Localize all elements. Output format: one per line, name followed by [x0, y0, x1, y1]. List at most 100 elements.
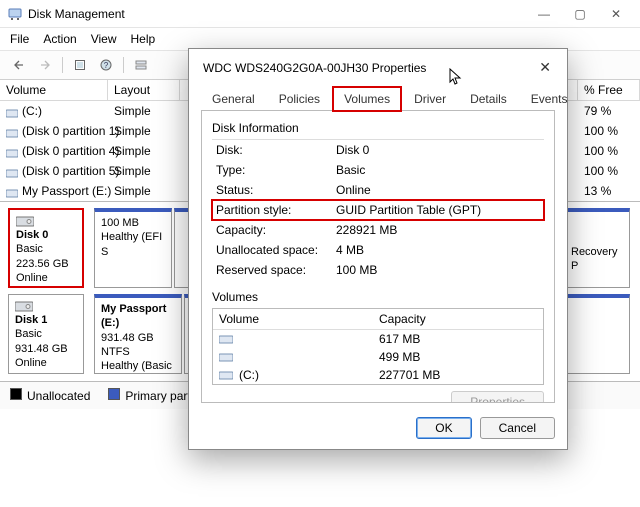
partition-status: Recovery P: [571, 245, 623, 274]
info-label: Disk:: [212, 140, 332, 161]
partition-status: Healthy (EFI S: [101, 230, 165, 259]
partition-name: My Passport (E:): [101, 303, 166, 329]
dialog-buttons: OK Cancel: [189, 413, 567, 449]
partition-status: Healthy (Basic Da: [101, 359, 175, 374]
table-row: Capacity:228921 MB: [212, 220, 544, 240]
back-button[interactable]: [8, 55, 30, 75]
close-button[interactable]: ✕: [598, 2, 634, 26]
list-item[interactable]: 617 MB: [213, 330, 543, 348]
volume-name: (C:): [22, 104, 42, 118]
info-value: GUID Partition Table (GPT): [332, 200, 544, 220]
forward-button[interactable]: [34, 55, 56, 75]
volume-icon: [6, 127, 18, 136]
partition[interactable]: 100 MB Healthy (EFI S: [94, 208, 172, 288]
menu-file[interactable]: File: [10, 32, 29, 46]
volume-layout: Simple: [108, 103, 180, 119]
volume-name: (C:): [239, 368, 259, 382]
partition[interactable]: My Passport (E:) 931.48 GB NTFS Healthy …: [94, 294, 182, 374]
dialog-title: WDC WDS240G2G0A-00JH30 Properties: [203, 61, 426, 75]
info-value: Disk 0: [332, 140, 544, 161]
list-item[interactable]: 499 MB: [213, 348, 543, 366]
table-row: Disk:Disk 0: [212, 140, 544, 161]
minimize-button[interactable]: —: [526, 2, 562, 26]
volume-capacity: 499 MB: [373, 348, 543, 366]
table-row: Status:Online: [212, 180, 544, 200]
volume-icon: [6, 187, 18, 196]
cancel-button[interactable]: Cancel: [480, 417, 555, 439]
disk-info-label: Disk Information: [212, 121, 544, 135]
volume-layout: Simple: [108, 183, 180, 199]
partition-size: 931.48 GB NTFS: [101, 331, 175, 360]
volumes-label: Volumes: [212, 290, 544, 304]
tab-strip: General Policies Volumes Driver Details …: [189, 86, 567, 110]
volume-free: 100 %: [578, 163, 640, 179]
dialog-close-button[interactable]: ✕: [533, 57, 557, 78]
dialog-volume-list[interactable]: Volume Capacity 617 MB 499 MB (C:) 22770…: [212, 308, 544, 385]
info-label: Unallocated space:: [212, 240, 332, 260]
col-volume[interactable]: Volume: [213, 309, 373, 329]
disk-label-disk1[interactable]: Disk 1 Basic 931.48 GB Online: [8, 294, 84, 374]
tab-volumes[interactable]: Volumes: [333, 87, 401, 111]
info-value: 228921 MB: [332, 220, 544, 240]
table-row: Reserved space:100 MB: [212, 260, 544, 280]
info-label: Capacity:: [212, 220, 332, 240]
disk-kind: Basic: [15, 327, 77, 341]
volume-icon: [6, 147, 18, 156]
disk-title: Disk 1: [15, 313, 77, 327]
disk-size: 223.56 GB: [16, 257, 76, 271]
menu-view[interactable]: View: [91, 32, 117, 46]
svg-text:?: ?: [104, 61, 109, 70]
window-title: Disk Management: [28, 7, 125, 21]
volume-capacity: 617 MB: [373, 330, 543, 348]
refresh-button[interactable]: [69, 55, 91, 75]
tab-details[interactable]: Details: [459, 87, 518, 111]
cursor-icon: [449, 68, 463, 89]
col-volume[interactable]: Volume: [0, 80, 108, 101]
tab-body: Disk Information Disk:Disk 0 Type:Basic …: [201, 110, 555, 403]
dialog-titlebar[interactable]: WDC WDS240G2G0A-00JH30 Properties ✕: [189, 49, 567, 86]
help-button[interactable]: ?: [95, 55, 117, 75]
info-label: Reserved space:: [212, 260, 332, 280]
tab-events[interactable]: Events: [520, 87, 579, 111]
disk-icon: [15, 299, 33, 313]
volume-icon: [6, 107, 18, 116]
disk-label-disk0[interactable]: Disk 0 Basic 223.56 GB Online: [8, 208, 84, 288]
partition[interactable]: Recovery P: [564, 208, 630, 288]
info-label: Status:: [212, 180, 332, 200]
disk-info-table: Disk:Disk 0 Type:Basic Status:Online Par…: [212, 139, 544, 280]
partition-size: 100 MB: [101, 216, 165, 230]
settings-button[interactable]: [130, 55, 152, 75]
tab-general[interactable]: General: [201, 87, 266, 111]
volume-layout: Simple: [108, 123, 180, 139]
volume-free: 100 %: [578, 123, 640, 139]
table-row-partition-style: Partition style:GUID Partition Table (GP…: [212, 200, 544, 220]
info-label: Partition style:: [212, 200, 332, 220]
menu-help[interactable]: Help: [131, 32, 156, 46]
menu-action[interactable]: Action: [43, 32, 76, 46]
maximize-button[interactable]: ▢: [562, 2, 598, 26]
properties-button: Properties: [451, 391, 544, 403]
volume-name: My Passport (E:): [22, 184, 111, 198]
ok-button[interactable]: OK: [416, 417, 471, 439]
disk-title: Disk 0: [16, 228, 76, 242]
volume-name: (Disk 0 partition 1): [22, 124, 119, 138]
table-row: Unallocated space:4 MB: [212, 240, 544, 260]
tab-driver[interactable]: Driver: [403, 87, 457, 111]
disk-size: 931.48 GB: [15, 342, 77, 356]
volume-icon: [219, 334, 233, 344]
volume-free: 13 %: [578, 183, 640, 199]
dialog-volume-header: Volume Capacity: [213, 309, 543, 330]
col-layout[interactable]: Layout: [108, 80, 180, 101]
volume-icon: [219, 352, 233, 362]
col-capacity[interactable]: Capacity: [373, 309, 543, 329]
tab-policies[interactable]: Policies: [268, 87, 331, 111]
disk-status: Online: [16, 271, 76, 285]
legend-unallocated: Unallocated: [10, 388, 90, 403]
volume-icon: [6, 167, 18, 176]
disk-icon: [16, 214, 34, 228]
volume-layout: Simple: [108, 163, 180, 179]
info-value: Online: [332, 180, 544, 200]
col-free[interactable]: % Free: [578, 80, 640, 101]
list-item[interactable]: (C:) 227701 MB: [213, 366, 543, 384]
properties-dialog: WDC WDS240G2G0A-00JH30 Properties ✕ Gene…: [188, 48, 568, 450]
